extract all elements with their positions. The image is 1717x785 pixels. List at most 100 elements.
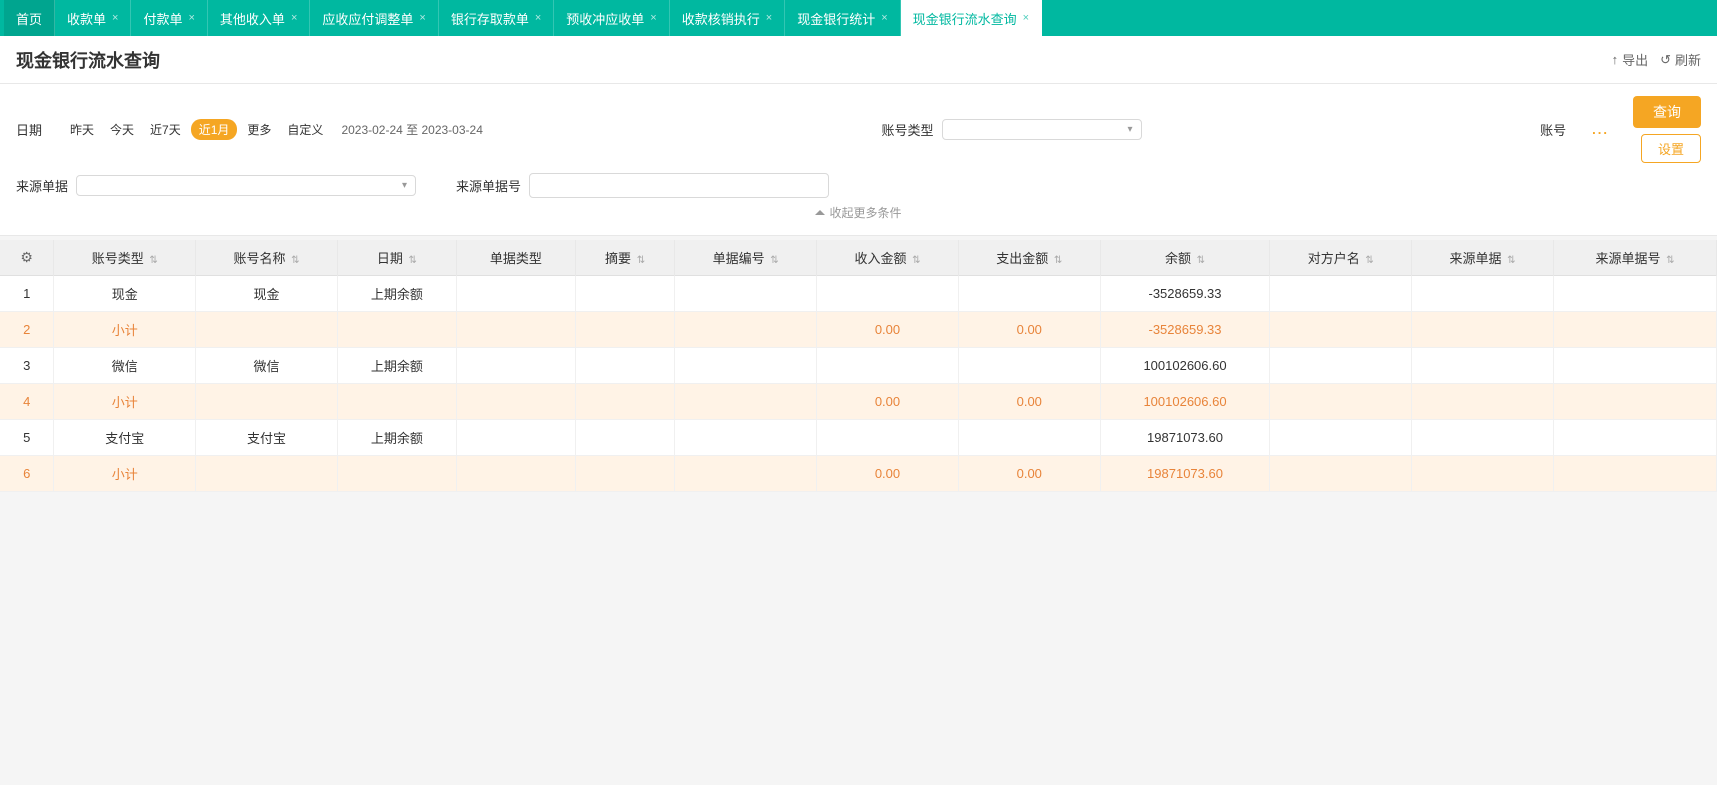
date-filter-label: 日期 [16,120,56,139]
col-income[interactable]: 收入金额 ⇅ [817,240,959,276]
col-doc-no[interactable]: 单据编号 ⇅ [675,240,817,276]
date-btn-last1m[interactable]: 近1月 [191,119,238,140]
cell-doc-no [675,456,817,492]
cell-date: 上期余额 [337,348,456,384]
cell-income: 0.00 [817,312,959,348]
date-btn-custom[interactable]: 自定义 [281,119,329,140]
source-doc-no-label: 来源单据号 [456,176,521,195]
refresh-icon: ↺ [1660,52,1671,68]
col-doc-no-label: 单据编号 [713,251,765,266]
cell-summary [575,276,674,312]
nav-tab-cash-bank-stats[interactable]: 现金银行统计 × [785,0,900,36]
col-summary[interactable]: 摘要 ⇅ [575,240,674,276]
cell-account-name [196,312,338,348]
cell-source-doc-no [1553,456,1716,492]
nav-tab-ar-ap-close[interactable]: × [419,12,425,24]
col-expense[interactable]: 支出金额 ⇅ [958,240,1100,276]
nav-tab-payments[interactable]: 付款单 × [131,0,207,36]
export-button[interactable]: ↑ 导出 [1612,50,1649,69]
source-doc-no-input[interactable] [529,173,829,198]
cell-date [337,384,456,420]
cell-summary [575,420,674,456]
col-income-label: 收入金额 [854,251,906,266]
cell-counterparty [1270,456,1412,492]
col-doc-type[interactable]: 单据类型 [456,240,575,276]
page-title: 现金银行流水查询 [16,47,160,73]
nav-tab-collection-exec[interactable]: 收款核销执行 × [670,0,785,36]
cell-expense: 0.00 [958,312,1100,348]
nav-tab-cash-bank-flow-close[interactable]: × [1023,12,1029,24]
source-doc-select[interactable]: ▾ [76,175,416,196]
refresh-button[interactable]: ↺ 刷新 [1660,50,1701,69]
top-navigation: 首页 收款单 × 付款单 × 其他收入单 × 应收应付调整单 × 银行存取款单 … [0,0,1717,36]
collapse-label: 收起更多条件 [829,204,901,221]
sort-icon-account-type: ⇅ [149,255,157,266]
cell-summary [575,384,674,420]
nav-tab-home[interactable]: 首页 [4,0,55,36]
nav-tab-receipts[interactable]: 收款单 × [55,0,131,36]
nav-tab-receipts-close[interactable]: × [112,12,118,24]
settings-button[interactable]: 设置 [1641,134,1701,163]
account-dots-button[interactable]: ... [1588,120,1613,139]
nav-tab-advance-receipts[interactable]: 预收冲应收单 × [554,0,669,36]
cell-account-type: 小计 [54,384,196,420]
date-btn-today[interactable]: 今天 [104,119,140,140]
cell-doc-no [675,384,817,420]
export-label: 导出 [1622,50,1648,69]
nav-tab-other-income-label: 其他收入单 [220,9,285,28]
cell-counterparty [1270,276,1412,312]
sort-icon-summary: ⇅ [637,255,645,266]
cell-source-doc-no [1553,276,1716,312]
nav-tab-other-income[interactable]: 其他收入单 × [208,0,310,36]
cell-date [337,312,456,348]
cell-doc-no [675,420,817,456]
table-row: 4小计0.000.00100102606.60 [0,384,1717,420]
nav-tab-other-income-close[interactable]: × [291,12,297,24]
col-account-name[interactable]: 账号名称 ⇅ [196,240,338,276]
col-source-doc[interactable]: 来源单据 ⇅ [1412,240,1554,276]
cell-source-doc [1412,348,1554,384]
cell-source-doc-no [1553,312,1716,348]
source-doc-filter: 来源单据 ▾ [16,175,416,196]
col-date-label: 日期 [377,251,403,266]
nav-tab-advance-receipts-close[interactable]: × [650,12,656,24]
col-source-doc-label: 来源单据 [1450,251,1502,266]
col-counterparty-label: 对方户名 [1308,251,1360,266]
nav-tab-cash-bank-stats-close[interactable]: × [881,12,887,24]
date-btn-last7[interactable]: 近7天 [144,119,187,140]
col-balance[interactable]: 余额 ⇅ [1100,240,1270,276]
nav-tab-collection-exec-label: 收款核销执行 [682,9,760,28]
cell-doc-type [456,348,575,384]
nav-tab-bank-deposit-close[interactable]: × [535,12,541,24]
col-settings[interactable]: ⚙ [0,240,54,276]
filter-section: 日期 昨天 今天 近7天 近1月 更多 自定义 2023-02-24 至 202… [0,84,1717,236]
table-body: 1现金现金上期余额-3528659.332小计0.000.00-3528659.… [0,276,1717,492]
cell-balance: 100102606.60 [1100,348,1270,384]
account-type-select[interactable]: ▾ [942,119,1142,140]
cell-account-type: 现金 [54,276,196,312]
cell-account-name: 支付宝 [196,420,338,456]
col-account-type-label: 账号类型 [92,251,144,266]
query-button[interactable]: 查询 [1633,96,1701,128]
collapse-bar[interactable]: 收起更多条件 [16,198,1701,223]
col-source-doc-no[interactable]: 来源单据号 ⇅ [1553,240,1716,276]
cell-expense: 0.00 [958,384,1100,420]
date-options: 昨天 今天 近7天 近1月 更多 自定义 [64,119,329,140]
nav-tab-bank-deposit[interactable]: 银行存取款单 × [439,0,554,36]
date-btn-more[interactable]: 更多 [241,119,277,140]
source-doc-no-filter: 来源单据号 [456,173,829,198]
date-filter: 日期 昨天 今天 近7天 近1月 更多 自定义 2023-02-24 至 202… [16,119,483,140]
nav-tab-payments-close[interactable]: × [188,12,194,24]
nav-tab-collection-exec-close[interactable]: × [766,12,772,24]
nav-tab-cash-bank-flow[interactable]: 现金银行流水查询 × [901,0,1042,36]
col-counterparty[interactable]: 对方户名 ⇅ [1270,240,1412,276]
col-account-type[interactable]: 账号类型 ⇅ [54,240,196,276]
settings-gear-icon[interactable]: ⚙ [20,249,33,266]
col-balance-label: 余额 [1165,251,1191,266]
cell-source-doc-no [1553,420,1716,456]
table-header: ⚙ 账号类型 ⇅ 账号名称 ⇅ 日期 ⇅ 单据类型 摘要 [0,240,1717,276]
nav-tab-ar-ap[interactable]: 应收应付调整单 × [310,0,438,36]
col-date[interactable]: 日期 ⇅ [337,240,456,276]
cell-balance: -3528659.33 [1100,312,1270,348]
date-btn-yesterday[interactable]: 昨天 [64,119,100,140]
